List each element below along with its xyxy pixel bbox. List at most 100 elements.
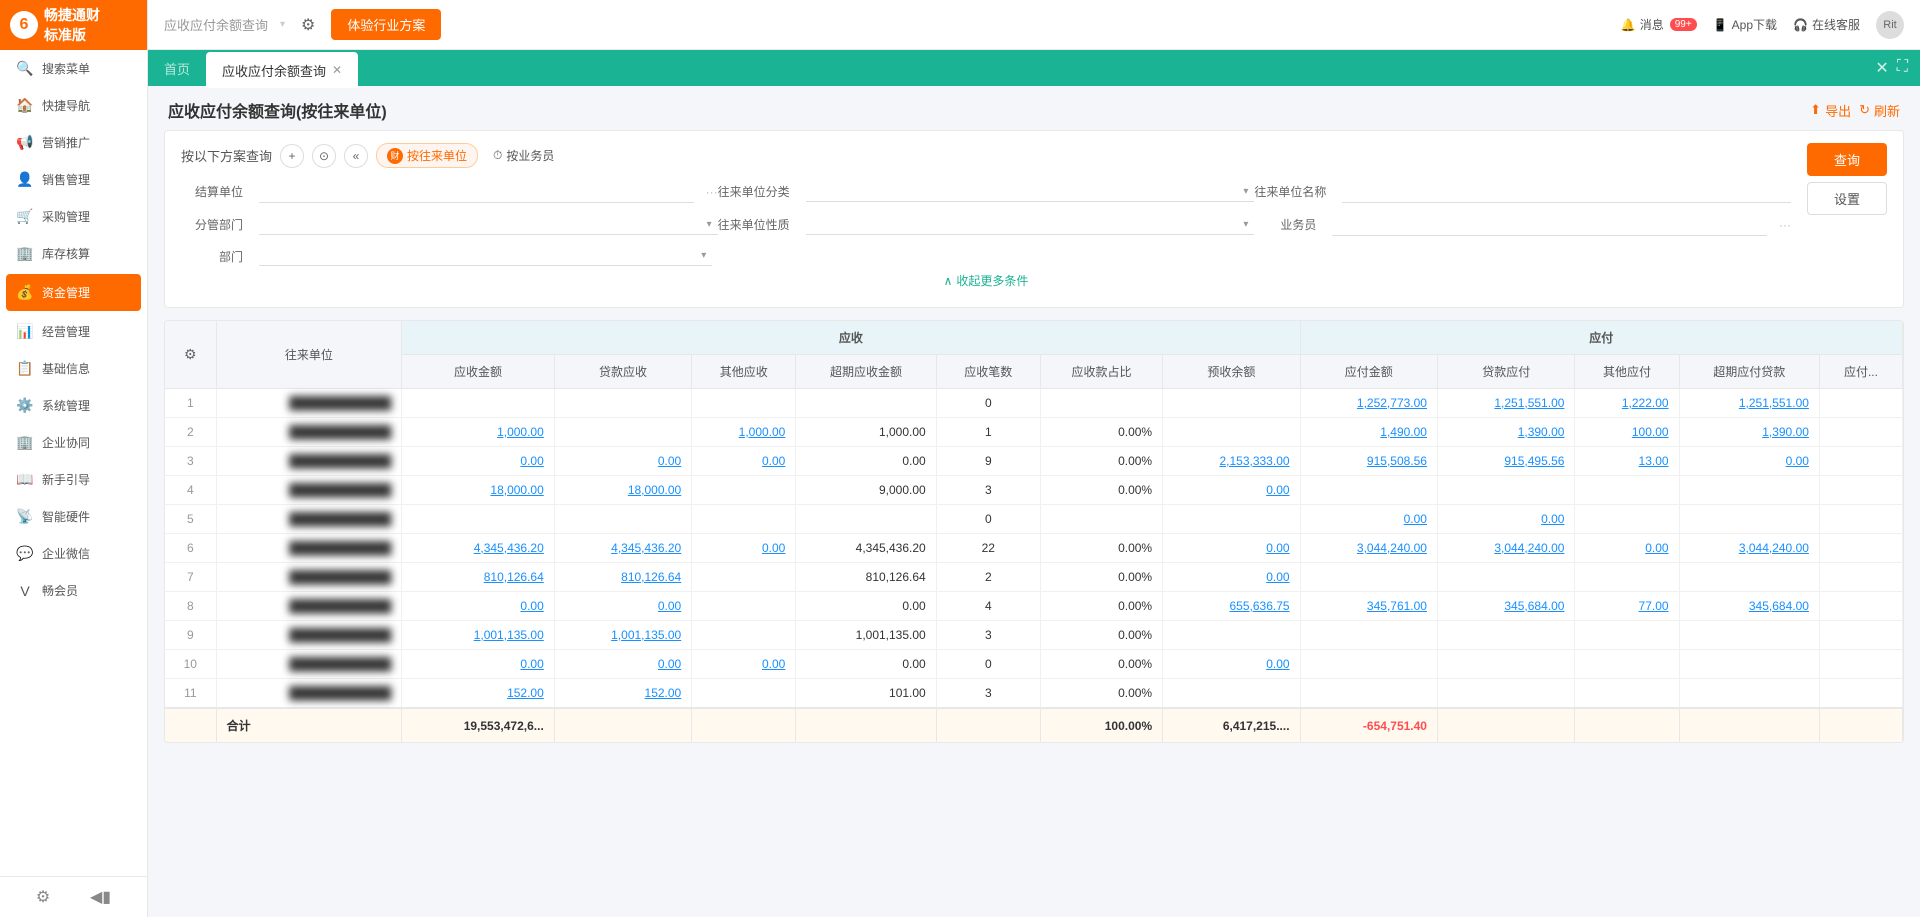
sidebar-item-quick-nav[interactable]: 🏠 快捷导航 [0, 87, 147, 124]
cell[interactable]: 915,495.56 [1437, 447, 1574, 476]
tab-home[interactable]: 首页 [148, 50, 206, 86]
cell[interactable]: 915,508.56 [1300, 447, 1437, 476]
cell[interactable]: 1,000.00 [402, 418, 555, 447]
tab-close-icon[interactable]: ✕ [332, 63, 342, 77]
cell [554, 418, 691, 447]
partner-nature-select[interactable]: ▾ [806, 215, 1255, 235]
partner-name-input[interactable] [1342, 180, 1791, 203]
cell[interactable]: 0.00 [1163, 476, 1300, 505]
tabbar-close-btn[interactable]: ✕ [1875, 58, 1888, 78]
filter-scheme-by-salesman[interactable]: ⏱ 按业务员 [482, 143, 565, 168]
cell[interactable]: 0.00 [402, 592, 555, 621]
topbar-app-download[interactable]: 📱 App下载 [1713, 16, 1777, 33]
sidebar-item-purchase[interactable]: 🛒 采购管理 [0, 198, 147, 235]
footer-prepay-balance[interactable]: 6,417,215.... [1163, 708, 1300, 742]
cell[interactable]: 655,636.75 [1163, 592, 1300, 621]
cell[interactable]: 0.00 [1437, 505, 1574, 534]
cell[interactable]: 1,390.00 [1679, 418, 1819, 447]
collapse-bottom-icon[interactable]: ◀▮ [90, 887, 111, 907]
tab-ar-ap[interactable]: 应收应付余额查询 ✕ [206, 52, 358, 88]
topbar-message[interactable]: 🔔 消息 99+ [1621, 16, 1697, 33]
query-button[interactable]: 查询 [1807, 143, 1887, 176]
sidebar-item-finance[interactable]: 💰 资金管理 [6, 274, 141, 311]
cell[interactable]: 810,126.64 [402, 563, 555, 592]
cell[interactable]: 1,001,135.00 [402, 621, 555, 650]
cell[interactable]: 77.00 [1575, 592, 1679, 621]
topbar-avatar[interactable]: Rit [1876, 11, 1904, 39]
partner-category-select[interactable]: ▾ [806, 182, 1255, 202]
settlement-unit-input[interactable] [259, 180, 694, 203]
sidebar-item-system[interactable]: ⚙️ 系统管理 [0, 387, 147, 424]
table-settings-icon[interactable]: ⚙ [184, 346, 197, 362]
filter-add-btn[interactable]: + [280, 144, 304, 168]
settings-bottom-icon[interactable]: ⚙ [36, 887, 50, 907]
cell[interactable]: 1,000.00 [692, 418, 796, 447]
sidebar-item-guide[interactable]: 📖 新手引导 [0, 461, 147, 498]
cell[interactable]: 3,044,240.00 [1300, 534, 1437, 563]
topbar-service[interactable]: 🎧 在线客服 [1793, 16, 1860, 33]
sidebar-item-basic[interactable]: 📋 基础信息 [0, 350, 147, 387]
filter-collapse-scheme-btn[interactable]: « [344, 144, 368, 168]
sidebar-item-search-menu[interactable]: 🔍 搜索菜单 [0, 50, 147, 87]
sidebar-item-marketing[interactable]: 📢 营销推广 [0, 124, 147, 161]
salesman-input[interactable] [1332, 213, 1767, 236]
cell[interactable]: 1,390.00 [1437, 418, 1574, 447]
cell[interactable]: 0.00 [692, 650, 796, 679]
tabbar-expand-btn[interactable]: ⛶ [1897, 58, 1908, 78]
cell[interactable]: 1,251,551.00 [1679, 389, 1819, 418]
cell[interactable]: 0.00 [692, 534, 796, 563]
cell[interactable]: 1,222.00 [1575, 389, 1679, 418]
filter-collapse-btn[interactable]: ∧ 收起更多条件 [181, 266, 1791, 295]
cell[interactable]: 13.00 [1575, 447, 1679, 476]
cell[interactable]: 152.00 [554, 679, 691, 709]
cell[interactable]: 18,000.00 [402, 476, 555, 505]
cell[interactable]: 100.00 [1575, 418, 1679, 447]
filter-scheme-by-partner[interactable]: 财 按往来单位 [376, 143, 478, 168]
export-button[interactable]: ⬆ 导出 [1810, 101, 1851, 120]
cell[interactable]: 4,345,436.20 [554, 534, 691, 563]
setting-button[interactable]: 设置 [1807, 182, 1887, 215]
cell[interactable]: 3,044,240.00 [1679, 534, 1819, 563]
cell[interactable]: 0.00 [692, 447, 796, 476]
cell[interactable]: 0.00 [1679, 447, 1819, 476]
cell[interactable]: 0.00 [402, 650, 555, 679]
cell[interactable]: 345,684.00 [1679, 592, 1819, 621]
cell[interactable]: 0.00 [1300, 505, 1437, 534]
cell[interactable]: 18,000.00 [554, 476, 691, 505]
cell[interactable]: 345,684.00 [1437, 592, 1574, 621]
cell [1437, 476, 1574, 505]
sidebar-item-operation[interactable]: 📊 经营管理 [0, 313, 147, 350]
dept-select[interactable]: ▾ [259, 246, 712, 266]
cell[interactable]: 0.00 [554, 592, 691, 621]
footer-ap-amount[interactable]: -654,751.40 [1300, 708, 1437, 742]
cell[interactable]: 1,251,551.00 [1437, 389, 1574, 418]
sidebar-item-smart[interactable]: 📡 智能硬件 [0, 498, 147, 535]
filter-settings-btn[interactable]: ⊙ [312, 144, 336, 168]
cell[interactable]: 1,001,135.00 [554, 621, 691, 650]
solution-button[interactable]: 体验行业方案 [331, 9, 441, 40]
cell[interactable]: 1,490.00 [1300, 418, 1437, 447]
cell[interactable]: 0.00 [402, 447, 555, 476]
cell[interactable]: 0.00 [1575, 534, 1679, 563]
cell[interactable]: 345,761.00 [1300, 592, 1437, 621]
cell[interactable]: 2,153,333.00 [1163, 447, 1300, 476]
sidebar-item-wechat[interactable]: 💬 企业微信 [0, 535, 147, 572]
topbar-gear-icon[interactable]: ⚙ [297, 11, 319, 39]
cell[interactable]: 0.00 [1163, 534, 1300, 563]
cell[interactable]: 810,126.64 [554, 563, 691, 592]
sidebar-item-sales[interactable]: 👤 销售管理 [0, 161, 147, 198]
cell[interactable]: 3,044,240.00 [1437, 534, 1574, 563]
cell[interactable]: 1,252,773.00 [1300, 389, 1437, 418]
cell[interactable]: 4,345,436.20 [402, 534, 555, 563]
cell[interactable]: 0.00 [554, 650, 691, 679]
sidebar-item-vip[interactable]: V 畅会员 [0, 572, 147, 609]
refresh-button[interactable]: ↻ 刷新 [1859, 101, 1900, 120]
footer-ar-amount[interactable]: 19,553,472,6... [402, 708, 555, 742]
cell[interactable]: 0.00 [1163, 563, 1300, 592]
dept-manager-select[interactable]: ▾ [259, 215, 718, 235]
cell[interactable]: 152.00 [402, 679, 555, 709]
cell[interactable]: 0.00 [1163, 650, 1300, 679]
cell[interactable]: 0.00 [554, 447, 691, 476]
sidebar-item-enterprise[interactable]: 🏢 企业协同 [0, 424, 147, 461]
sidebar-item-inventory[interactable]: 🏢 库存核算 [0, 235, 147, 272]
